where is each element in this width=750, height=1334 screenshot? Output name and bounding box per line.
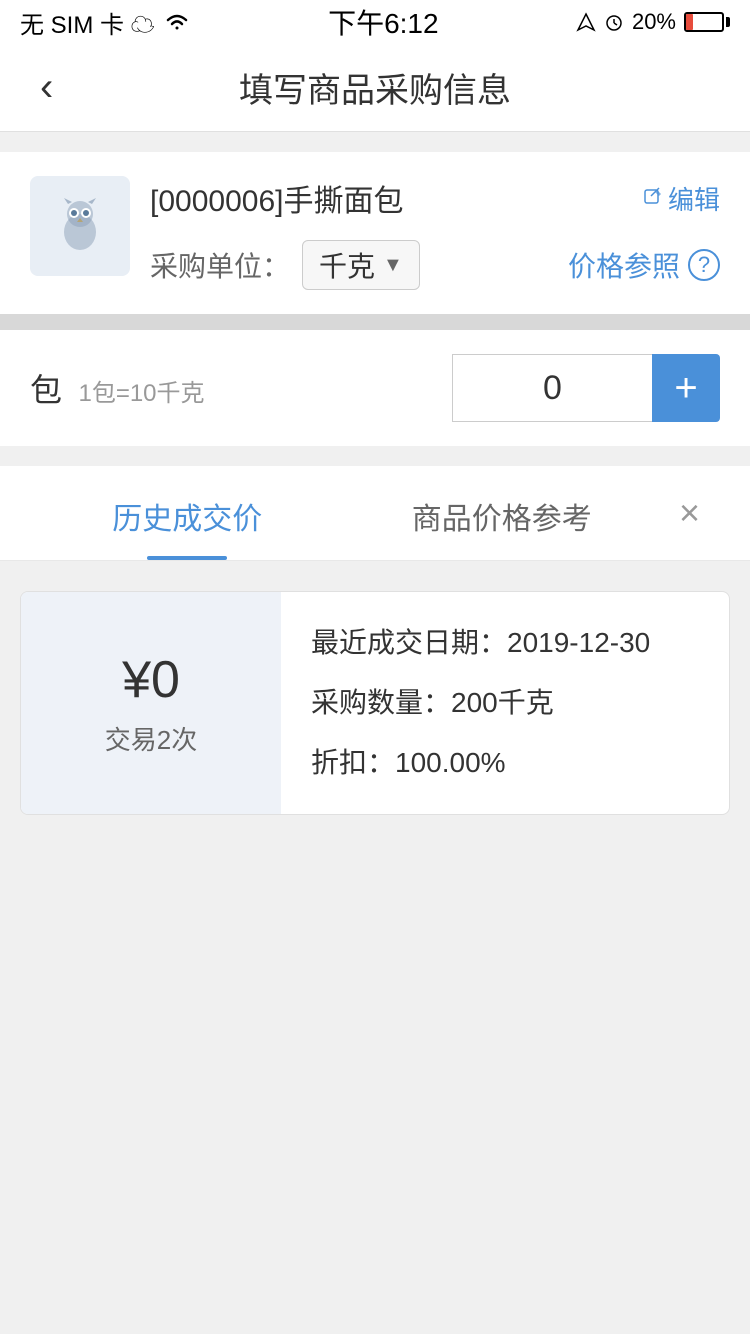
date-value: 2019-12-30 — [507, 627, 650, 658]
unit-dropdown-arrow: ▼ — [383, 254, 403, 277]
location-icon — [576, 12, 596, 32]
tab-price-reference[interactable]: 商品价格参考 — [344, 466, 658, 560]
purchase-unit-row: 采购单位： 千克 ▼ 价格参照 ? — [150, 240, 720, 290]
quantity-plus-button[interactable]: + — [652, 354, 720, 422]
status-time: 下午6:12 — [328, 2, 439, 42]
quantity-label: 采购数量： — [311, 687, 451, 718]
quantity-label-area: 包 1包=10千克 — [30, 365, 205, 411]
unit-label: 采购单位： — [150, 245, 290, 285]
price-ref-label: 价格参照 — [568, 245, 680, 285]
product-card: [0000006]手撕面包 编辑 采购单位： 千克 ▼ 价格参照 ? — [0, 152, 750, 314]
battery-icon — [684, 12, 730, 32]
quantity-controls: 0 + — [452, 354, 720, 422]
edit-icon — [642, 187, 664, 209]
content-area: 历史成交价 商品价格参考 × ¥0 交易2次 最近成交日期：2019-12-30… — [0, 466, 750, 1066]
date-label: 最近成交日期： — [311, 627, 507, 658]
section-divider — [0, 314, 750, 330]
tabs-close-button[interactable]: × — [659, 472, 720, 554]
tab-price-ref-label: 商品价格参考 — [412, 503, 592, 536]
edit-button[interactable]: 编辑 — [642, 180, 720, 217]
battery-percent: 20% — [632, 9, 676, 35]
tabs-bar: 历史成交价 商品价格参考 × — [0, 466, 750, 561]
price-details: 最近成交日期：2019-12-30 采购数量：200千克 折扣：100.00% — [281, 592, 729, 814]
product-logo — [50, 196, 110, 256]
price-amount: ¥0 — [122, 650, 180, 710]
price-trades: 交易2次 — [105, 720, 197, 757]
status-bar: 无 SIM 卡 ☁ 下午6:12 20% — [0, 0, 750, 44]
price-date: 最近成交日期：2019-12-30 — [311, 622, 699, 664]
wifi-icon — [163, 12, 191, 32]
price-discount: 折扣：100.00% — [311, 742, 699, 784]
discount-value: 100.00% — [395, 747, 506, 778]
unit-value: 千克 — [319, 245, 375, 285]
back-button[interactable]: ‹ — [30, 55, 63, 120]
page-title: 填写商品采购信息 — [239, 63, 511, 112]
plus-icon: + — [674, 366, 697, 411]
quantity-value: 0 — [543, 369, 562, 408]
product-info: [0000006]手撕面包 编辑 采购单位： 千克 ▼ 价格参照 ? — [150, 176, 720, 290]
unit-select[interactable]: 千克 ▼ — [302, 240, 420, 290]
quantity-input[interactable]: 0 — [452, 354, 652, 422]
tab-history-price[interactable]: 历史成交价 — [30, 466, 344, 560]
product-thumbnail — [30, 176, 130, 276]
tab-history-label: 历史成交价 — [112, 503, 262, 536]
product-name: [0000006]手撕面包 — [150, 176, 403, 220]
status-right: 20% — [576, 9, 730, 35]
edit-label: 编辑 — [668, 180, 720, 217]
sim-text: 无 SIM 卡 ☁ — [20, 5, 155, 40]
status-left: 无 SIM 卡 ☁ — [20, 5, 191, 40]
price-reference-button[interactable]: 价格参照 ? — [568, 245, 720, 285]
quantity-unit-label: 包 — [30, 372, 62, 408]
alarm-icon — [604, 12, 624, 32]
product-name-row: [0000006]手撕面包 编辑 — [150, 176, 720, 220]
quantity-detail-value: 200千克 — [451, 687, 554, 718]
quantity-row: 包 1包=10千克 0 + — [0, 330, 750, 446]
price-card: ¥0 交易2次 最近成交日期：2019-12-30 采购数量：200千克 折扣：… — [20, 591, 730, 815]
discount-label: 折扣： — [311, 747, 395, 778]
quantity-conversion: 1包=10千克 — [78, 380, 204, 407]
price-summary: ¥0 交易2次 — [21, 592, 281, 814]
price-ref-info-icon: ? — [688, 249, 720, 281]
owl-icon — [50, 196, 110, 256]
close-icon: × — [679, 492, 700, 533]
price-quantity: 采购数量：200千克 — [311, 682, 699, 724]
nav-bar: ‹ 填写商品采购信息 — [0, 44, 750, 132]
